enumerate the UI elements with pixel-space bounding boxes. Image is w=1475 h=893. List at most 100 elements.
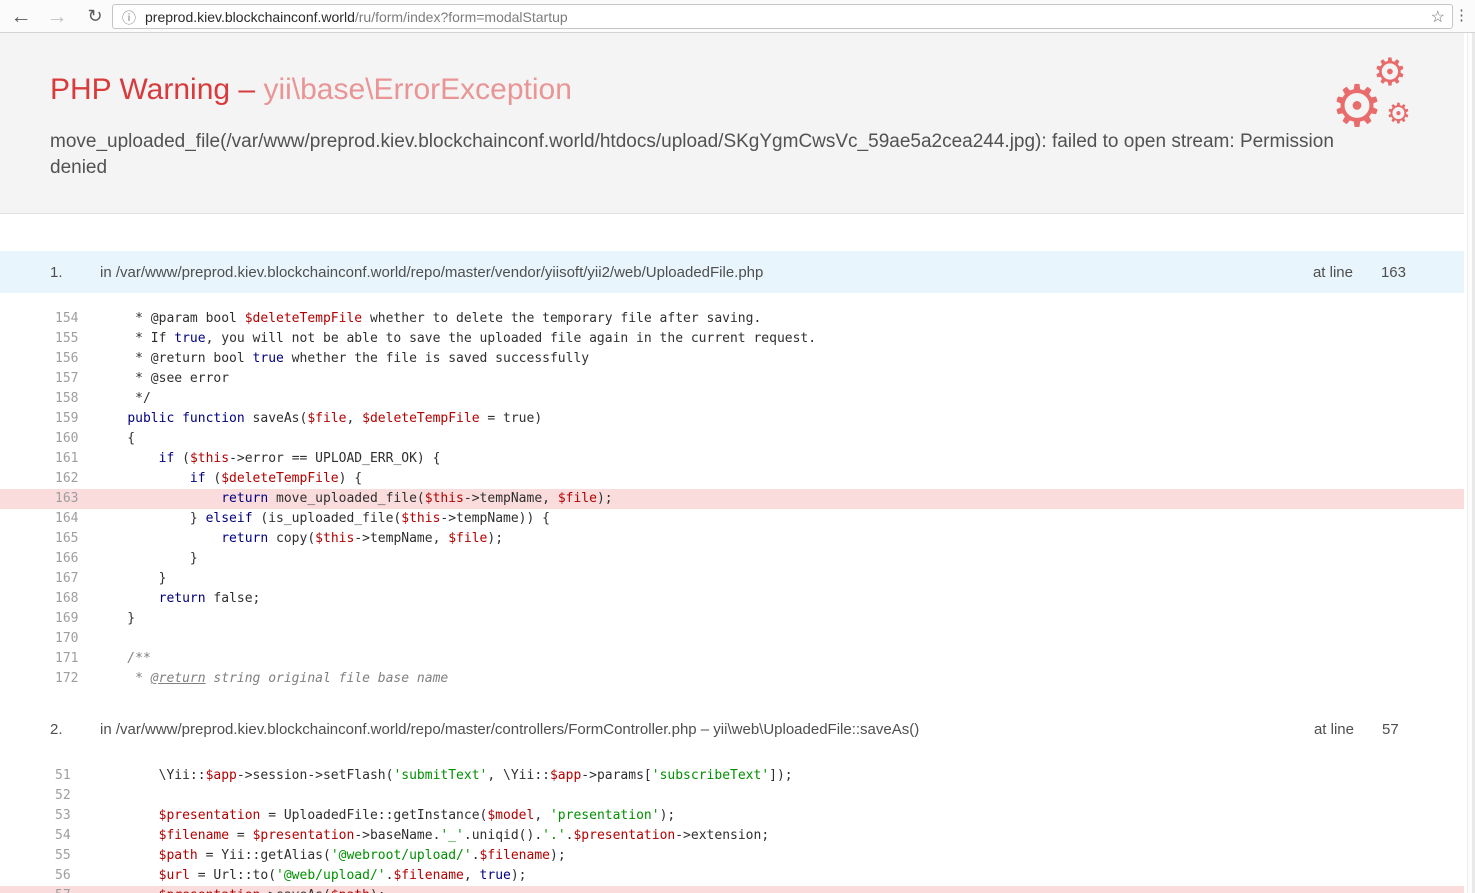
bookmark-star-icon[interactable]: ☆	[1431, 7, 1445, 27]
code-token: }	[96, 551, 198, 566]
code-line: 161 if ($this->error == UPLOAD_ERR_OK) {	[0, 449, 1464, 469]
line-number: 165	[55, 531, 79, 546]
code-token: '_'	[440, 828, 464, 843]
code-token: (	[205, 471, 222, 486]
code-token: , \Yii::	[487, 768, 550, 783]
line-number: 156	[55, 351, 79, 366]
code-token: true	[479, 868, 511, 883]
code-token: $this	[315, 531, 355, 546]
line-number: 52	[55, 788, 71, 803]
code-token: $this	[424, 491, 464, 506]
code-token: (	[174, 451, 190, 466]
stack-item-header[interactable]: 1. in /var/www/preprod.kiev.blockchainco…	[0, 251, 1464, 293]
line-number: 56	[55, 868, 71, 883]
code-token: ->error == UPLOAD_ERR_OK) {	[229, 451, 441, 466]
code-token: $presentation	[252, 828, 355, 843]
code-token: );	[510, 868, 527, 883]
code-token: false;	[205, 591, 261, 606]
at-line-label: at line	[1312, 263, 1353, 281]
code-block: 154 * @param bool $deleteTempFile whethe…	[0, 293, 1464, 708]
address-bar[interactable]: ⓘ preprod.kiev.blockchainconf.world/ru/f…	[112, 4, 1453, 29]
code-token: ->tempName,	[354, 531, 449, 546]
stack-item: 1. in /var/www/preprod.kiev.blockchainco…	[0, 251, 1464, 708]
code-token: 'presentation'	[549, 808, 660, 823]
line-number: 160	[55, 431, 79, 446]
title-warning: PHP Warning	[50, 73, 231, 106]
code-token: .	[471, 848, 480, 863]
code-token: ,	[534, 808, 550, 823]
line-number: 171	[55, 651, 79, 666]
code-token: return	[158, 591, 206, 606]
code-token: */	[96, 391, 151, 406]
code-token: return	[221, 491, 269, 506]
browser-menu-icon[interactable]: ⋮	[1454, 6, 1469, 24]
code-line: 167 }	[0, 569, 1464, 589]
code-token: if	[158, 451, 175, 466]
code-token: , you will not be able to save the uploa…	[205, 331, 817, 346]
code-token: $deleteTempFile	[362, 411, 480, 426]
title-separator: –	[230, 73, 264, 106]
code-token: if	[189, 471, 206, 486]
line-number: 162	[55, 471, 79, 486]
code-token: );	[550, 848, 566, 863]
at-line-label: at line	[1313, 720, 1354, 738]
url-text[interactable]: preprod.kiev.blockchainconf.world/ru/for…	[145, 9, 568, 25]
url-host: preprod.kiev.blockchainconf.world	[145, 9, 355, 25]
code-token: elseif	[205, 511, 253, 526]
code-token: = UploadedFile::getInstance(	[260, 808, 488, 823]
code-line: 168 return false;	[0, 589, 1464, 609]
scrollbar[interactable]	[1467, 33, 1475, 893]
reload-icon[interactable]: ↻	[82, 1, 108, 32]
code-token: ) {	[338, 471, 363, 486]
code-token: whether the file is saved successfully	[283, 351, 590, 366]
code-token: = Yii::getAlias(	[197, 848, 331, 863]
stack-file-path: in /var/www/preprod.kiev.blockchainconf.…	[100, 263, 764, 281]
title-exception-class[interactable]: yii\base\ErrorException	[263, 73, 571, 106]
call-stack: 1. in /var/www/preprod.kiev.blockchainco…	[0, 251, 1464, 893]
code-token: }	[96, 511, 206, 526]
line-number: 53	[55, 808, 71, 823]
forward-icon[interactable]: →	[44, 1, 70, 32]
code-token: * @return bool	[96, 351, 253, 366]
code-token: =	[229, 828, 253, 843]
code-token: {	[96, 431, 136, 446]
code-token: $model	[487, 808, 535, 823]
stack-line-number: 57	[1382, 720, 1399, 738]
code-token: saveAs(	[244, 411, 308, 426]
stack-item-header[interactable]: 2. in /var/www/preprod.kiev.blockchainco…	[0, 708, 1464, 750]
line-number: 172	[55, 671, 79, 686]
error-message: move_uploaded_file(/var/www/preprod.kiev…	[50, 131, 1334, 178]
code-token: ->params[	[581, 768, 652, 783]
back-icon[interactable]: ←	[8, 1, 34, 32]
code-token: * @see error	[96, 371, 230, 386]
stack-item: 2. in /var/www/preprod.kiev.blockchainco…	[0, 708, 1464, 893]
error-page: PHP Warning – yii\base\ErrorException ⚙ …	[0, 33, 1464, 893]
code-token: ->tempName,	[463, 491, 558, 506]
code-token: move_uploaded_file(	[268, 491, 425, 506]
code-token: ,	[346, 411, 363, 426]
page-info-icon[interactable]: ⓘ	[122, 8, 136, 28]
code-line: 156 * @return bool true whether the file…	[0, 349, 1464, 369]
error-header: PHP Warning – yii\base\ErrorException ⚙ …	[0, 33, 1464, 214]
line-number: 167	[55, 571, 79, 586]
code-line: 165 return copy($this->tempName, $file);	[0, 529, 1464, 549]
code-token: $this	[189, 451, 230, 466]
line-number: 169	[55, 611, 79, 626]
code-token: $app	[549, 768, 582, 783]
code-token: true	[174, 331, 206, 346]
stack-file-path: in /var/www/preprod.kiev.blockchainconf.…	[100, 720, 920, 738]
line-number: 166	[55, 551, 79, 566]
code-token: * If	[96, 331, 175, 346]
gears-icon: ⚙ ⚙ ⚙	[1331, 54, 1411, 136]
code-token: ->tempName)) {	[440, 511, 550, 526]
code-token: * @param bool	[96, 311, 245, 326]
line-number: 158	[55, 391, 79, 406]
code-line: 154 * @param bool $deleteTempFile whethe…	[0, 309, 1464, 329]
code-token: 'subscribeText'	[651, 768, 770, 783]
